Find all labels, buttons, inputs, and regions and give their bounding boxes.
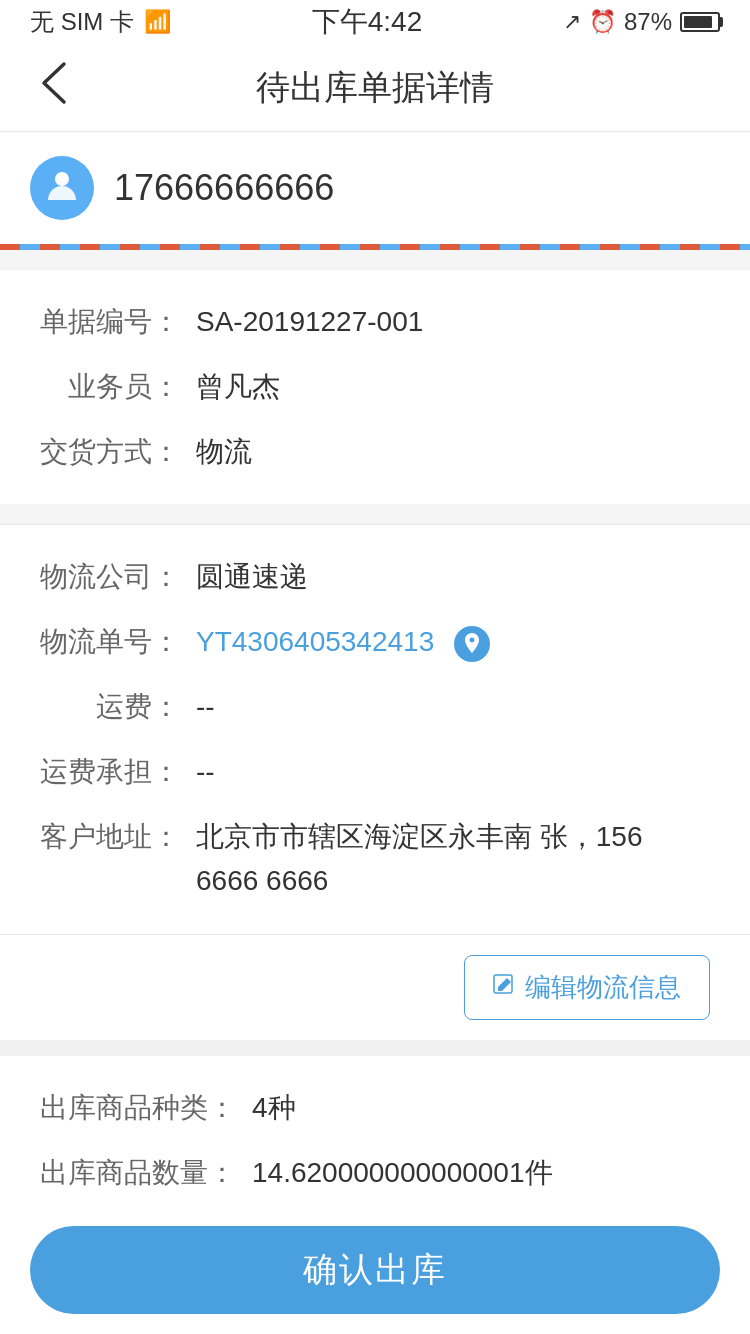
order-no-row: 单据编号： SA-20191227-001 [40,300,710,345]
address-row: 客户地址： 北京市市辖区海淀区永丰南 张，156 6666 6666 [40,815,710,905]
edit-logistics-button[interactable]: 编辑物流信息 [464,955,710,1020]
order-info-section: 单据编号： SA-20191227-001 业务员： 曾凡杰 交货方式： 物流 [0,270,750,504]
page-title: 待出库单据详情 [256,65,494,111]
logistics-company-row: 物流公司： 圆通速递 [40,555,710,600]
goods-quantity-label: 出库商品数量： [40,1151,236,1196]
alarm-icon: ⏰ [589,9,616,35]
svg-point-0 [55,172,69,186]
location-pin-button[interactable] [454,626,490,662]
goods-types-row: 出库商品种类： 4种 [40,1086,710,1131]
logistics-company-label: 物流公司： [40,555,180,600]
map-pin-icon [454,626,490,662]
logistics-section: 物流公司： 圆通速递 物流单号： YT4306405342413 运费： -- [0,524,750,935]
location-arrow-icon: ↗ [563,9,581,35]
goods-types-label: 出库商品种类： [40,1086,236,1131]
logistics-company-value: 圆通速递 [196,555,710,600]
battery-label: 87% [624,8,672,36]
goods-types-value: 4种 [252,1086,710,1131]
delivery-value: 物流 [196,430,710,475]
edit-btn-row: 编辑物流信息 [0,935,750,1040]
carrier-label: 无 SIM 卡 [30,6,134,38]
order-no-label: 单据编号： [40,300,180,345]
battery-indicator [680,12,720,32]
battery-tip [720,17,723,27]
customer-phone: 17666666666 [114,167,334,209]
freight-bearer-label: 运费承担： [40,750,180,795]
salesman-row: 业务员： 曾凡杰 [40,365,710,410]
edit-logistics-label: 编辑物流信息 [525,970,681,1005]
address-value: 北京市市辖区海淀区永丰南 张，156 6666 6666 [196,815,710,905]
status-time: 下午4:42 [312,3,423,41]
freight-bearer-row: 运费承担： -- [40,750,710,795]
nav-bar: 待出库单据详情 [0,44,750,132]
status-bar: 无 SIM 卡 📶 下午4:42 ↗ ⏰ 87% [0,0,750,44]
goods-quantity-row: 出库商品数量： 14.620000000000001件 [40,1151,710,1196]
confirm-btn-container: 确认出库 [0,1206,750,1334]
status-left: 无 SIM 卡 📶 [30,6,171,38]
salesman-label: 业务员： [40,365,180,410]
tracking-value: YT4306405342413 [196,620,710,665]
person-icon [44,166,80,211]
edit-icon [493,974,515,1002]
freight-bearer-value: -- [196,750,710,795]
confirm-outbound-button[interactable]: 确认出库 [30,1226,720,1314]
customer-header: 17666666666 [0,132,750,244]
wifi-icon: 📶 [144,9,171,35]
freight-row: 运费： -- [40,685,710,730]
salesman-value: 曾凡杰 [196,365,710,410]
status-right: ↗ ⏰ 87% [563,8,720,36]
dashed-separator [0,244,750,250]
avatar [30,156,94,220]
delivery-label: 交货方式： [40,430,180,475]
tracking-row: 物流单号： YT4306405342413 [40,620,710,665]
goods-section: 出库商品种类： 4种 出库商品数量： 14.620000000000001件 [0,1056,750,1226]
freight-label: 运费： [40,685,180,730]
delivery-row: 交货方式： 物流 [40,430,710,475]
section-divider [0,1040,750,1056]
tracking-label: 物流单号： [40,620,180,665]
goods-quantity-value: 14.620000000000001件 [252,1151,710,1196]
freight-value: -- [196,685,710,730]
address-label: 客户地址： [40,815,180,860]
order-no-value: SA-20191227-001 [196,300,710,345]
battery-fill [684,16,712,28]
back-button[interactable] [30,50,78,125]
